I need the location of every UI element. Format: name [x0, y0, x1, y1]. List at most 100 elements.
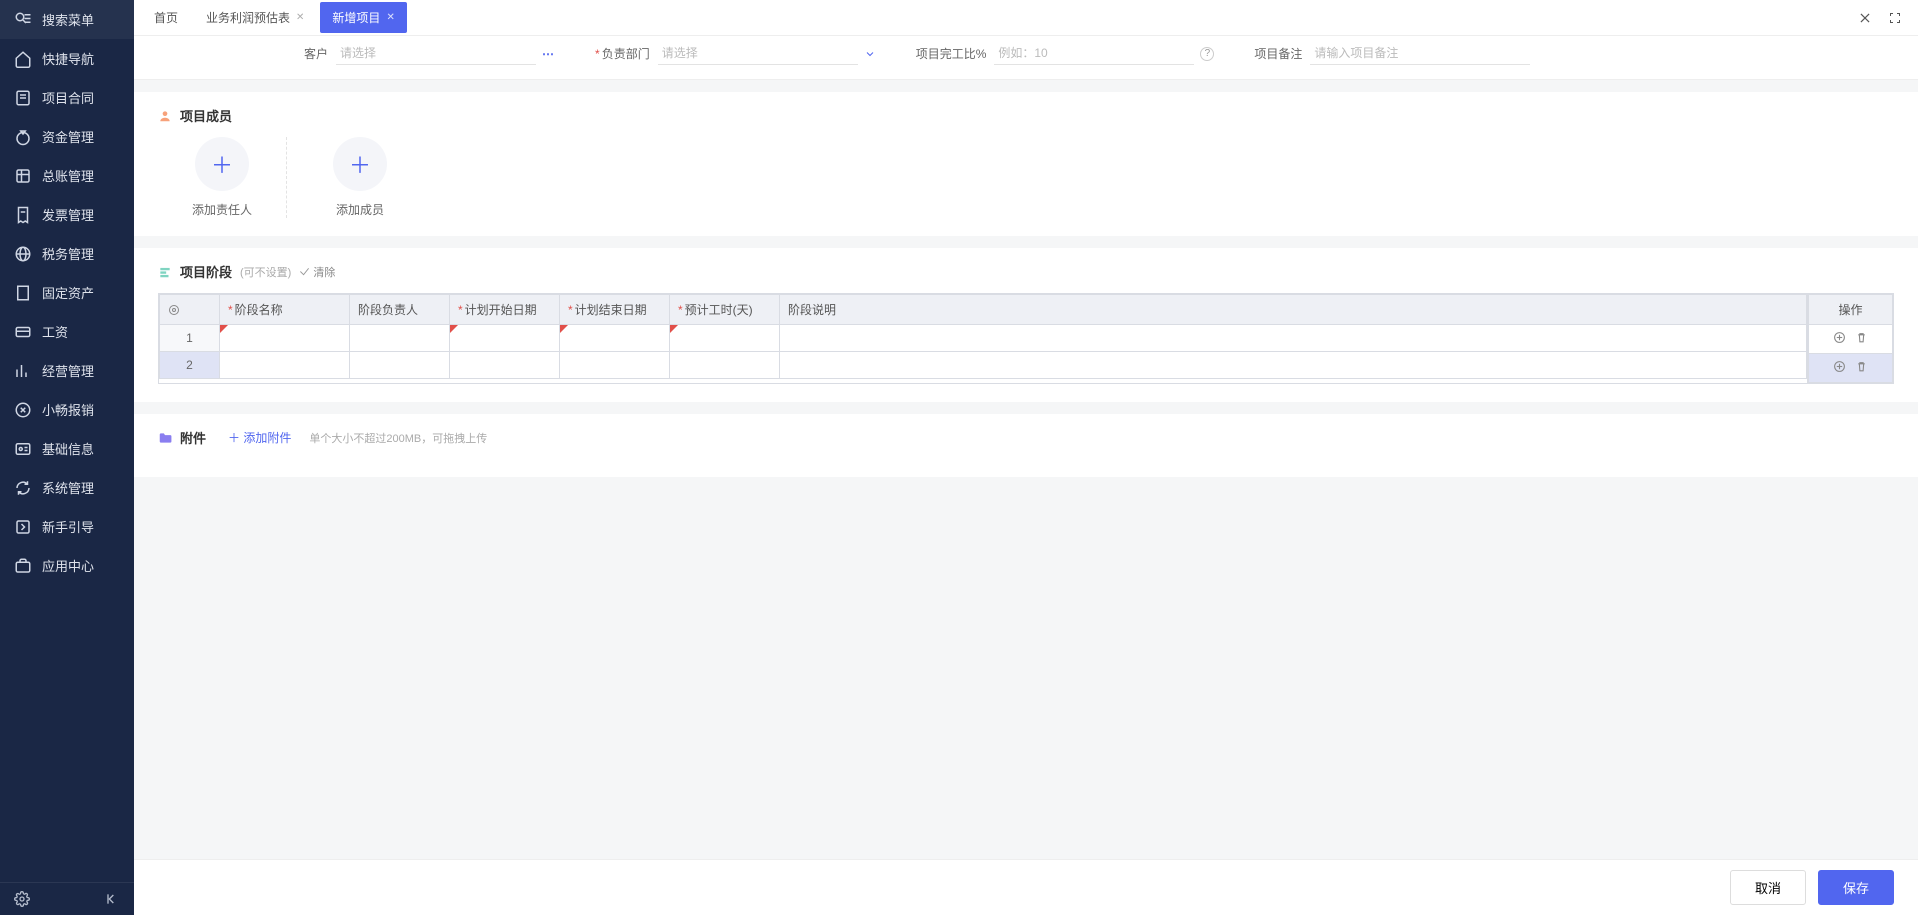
cell-desc[interactable]	[780, 325, 1807, 352]
user-icon	[158, 109, 172, 123]
building-icon	[14, 284, 32, 302]
sidebar-item-search[interactable]: 搜索菜单	[0, 0, 134, 39]
help-icon[interactable]: ?	[1200, 47, 1214, 61]
sidebar-item-invoice[interactable]: 发票管理	[0, 195, 134, 234]
tab-label: 新增项目	[332, 9, 380, 26]
sidebar-item-system[interactable]: 系统管理	[0, 468, 134, 507]
section-attach: 附件 ＋ 添加附件 单个大小不超过200MB，可拖拽上传	[134, 414, 1918, 477]
sidebar-item-salary[interactable]: 工资	[0, 312, 134, 351]
label-remark: 项目备注	[1254, 45, 1302, 62]
cell-owner[interactable]	[350, 325, 450, 352]
sidebar-label: 工资	[42, 322, 68, 341]
sidebar-item-contract[interactable]: 项目合同	[0, 78, 134, 117]
section-title: 项目成员	[180, 106, 232, 125]
th-desc: 阶段说明	[780, 295, 1807, 325]
sidebar-item-business[interactable]: 经营管理	[0, 351, 134, 390]
sidebar-label: 基础信息	[42, 439, 94, 458]
folder-icon	[158, 431, 172, 445]
members-container: ＋ 添加责任人 ＋ 添加成员	[158, 137, 1894, 218]
op-cell	[1809, 354, 1893, 383]
cell-name[interactable]	[220, 325, 350, 352]
add-owner-label: 添加责任人	[192, 201, 252, 218]
sidebar-item-quicknav[interactable]: 快捷导航	[0, 39, 134, 78]
cell-owner[interactable]	[350, 352, 450, 379]
sidebar-item-reimburse[interactable]: 小畅报销	[0, 390, 134, 429]
close-icon[interactable]: ✕	[296, 12, 304, 23]
th-end: 计划结束日期	[560, 295, 670, 325]
label-customer: 客户	[304, 45, 328, 62]
collapse-icon[interactable]	[104, 891, 120, 907]
close-panel-icon[interactable]	[1854, 7, 1876, 29]
sidebar-item-funds[interactable]: 资金管理	[0, 117, 134, 156]
home-icon	[14, 50, 32, 68]
add-owner-button[interactable]: ＋	[195, 137, 249, 191]
add-row-icon[interactable]	[1833, 331, 1846, 344]
card-icon	[14, 323, 32, 341]
delete-row-icon[interactable]	[1855, 331, 1868, 344]
sidebar-item-baseinfo[interactable]: 基础信息	[0, 429, 134, 468]
input-customer[interactable]	[336, 42, 536, 65]
cell-desc[interactable]	[780, 352, 1807, 379]
add-row-icon[interactable]	[1833, 360, 1846, 373]
save-button[interactable]: 保存	[1818, 870, 1894, 905]
cell-hours[interactable]	[670, 352, 780, 379]
sidebar: 搜索菜单 快捷导航 项目合同 资金管理 总账管理	[0, 0, 134, 915]
chevron-down-icon[interactable]	[864, 48, 876, 60]
cell-name[interactable]	[220, 352, 350, 379]
sidebar-label: 发票管理	[42, 205, 94, 224]
sidebar-item-assets[interactable]: 固定资产	[0, 273, 134, 312]
sidebar-item-apps[interactable]: 应用中心	[0, 546, 134, 585]
search-list-icon	[14, 11, 32, 29]
th-owner: 阶段负责人	[350, 295, 450, 325]
section-title: 项目阶段	[180, 262, 232, 281]
fullscreen-icon[interactable]	[1884, 7, 1906, 29]
input-completion[interactable]	[994, 42, 1194, 65]
section-header-attach: 附件 ＋ 添加附件 单个大小不超过200MB，可拖拽上传	[158, 428, 1894, 447]
field-completion: 项目完工比% ?	[916, 42, 1215, 65]
sidebar-label: 系统管理	[42, 478, 94, 497]
money-bag-icon	[14, 128, 32, 146]
field-department: *负责部门	[595, 42, 876, 65]
th-name: 阶段名称	[220, 295, 350, 325]
add-attachment-link[interactable]: ＋ 添加附件	[228, 429, 291, 446]
th-gear[interactable]	[160, 295, 220, 325]
add-owner-slot: ＋ 添加责任人	[158, 137, 287, 218]
tab-new-project[interactable]: 新增项目 ✕	[320, 2, 406, 33]
table-row: 1	[160, 325, 1807, 352]
cell-start[interactable]	[450, 352, 560, 379]
cell-end[interactable]	[560, 352, 670, 379]
field-remark: 项目备注	[1254, 42, 1530, 65]
main: 首页 业务利润预估表 ✕ 新增项目 ✕	[134, 0, 1918, 915]
cell-start[interactable]	[450, 325, 560, 352]
section-phase: 项目阶段 (可不设置) 清除	[134, 248, 1918, 402]
more-icon[interactable]: ⋯	[542, 47, 555, 61]
sidebar-item-ledger[interactable]: 总账管理	[0, 156, 134, 195]
input-remark[interactable]	[1310, 42, 1530, 65]
settings-icon[interactable]	[14, 891, 30, 907]
add-member-slot: ＋ 添加成员	[299, 137, 421, 218]
reimburse-icon	[14, 401, 32, 419]
tab-home[interactable]: 首页	[142, 2, 190, 33]
cell-end[interactable]	[560, 325, 670, 352]
close-icon[interactable]: ✕	[386, 12, 394, 23]
sidebar-item-guide[interactable]: 新手引导	[0, 507, 134, 546]
delete-row-icon[interactable]	[1855, 360, 1868, 373]
clear-link[interactable]: 清除	[299, 264, 335, 280]
tab-profit-estimate[interactable]: 业务利润预估表 ✕	[194, 2, 316, 33]
sidebar-label: 应用中心	[42, 556, 94, 575]
sidebar-label: 资金管理	[42, 127, 94, 146]
add-member-button[interactable]: ＋	[333, 137, 387, 191]
document-icon	[14, 89, 32, 107]
content-scroll[interactable]: 客户 ⋯ *负责部门 项目完工比%	[134, 36, 1918, 915]
sidebar-label: 税务管理	[42, 244, 94, 263]
sidebar-label: 经营管理	[42, 361, 94, 380]
cell-hours[interactable]	[670, 325, 780, 352]
globe-icon	[14, 245, 32, 263]
input-department[interactable]	[658, 42, 858, 65]
section-header-members: 项目成员	[158, 106, 1894, 125]
sidebar-label: 固定资产	[42, 283, 94, 302]
cancel-button[interactable]: 取消	[1730, 870, 1806, 905]
tab-label: 首页	[154, 9, 178, 26]
sidebar-item-tax[interactable]: 税务管理	[0, 234, 134, 273]
th-op: 操作	[1809, 295, 1893, 325]
